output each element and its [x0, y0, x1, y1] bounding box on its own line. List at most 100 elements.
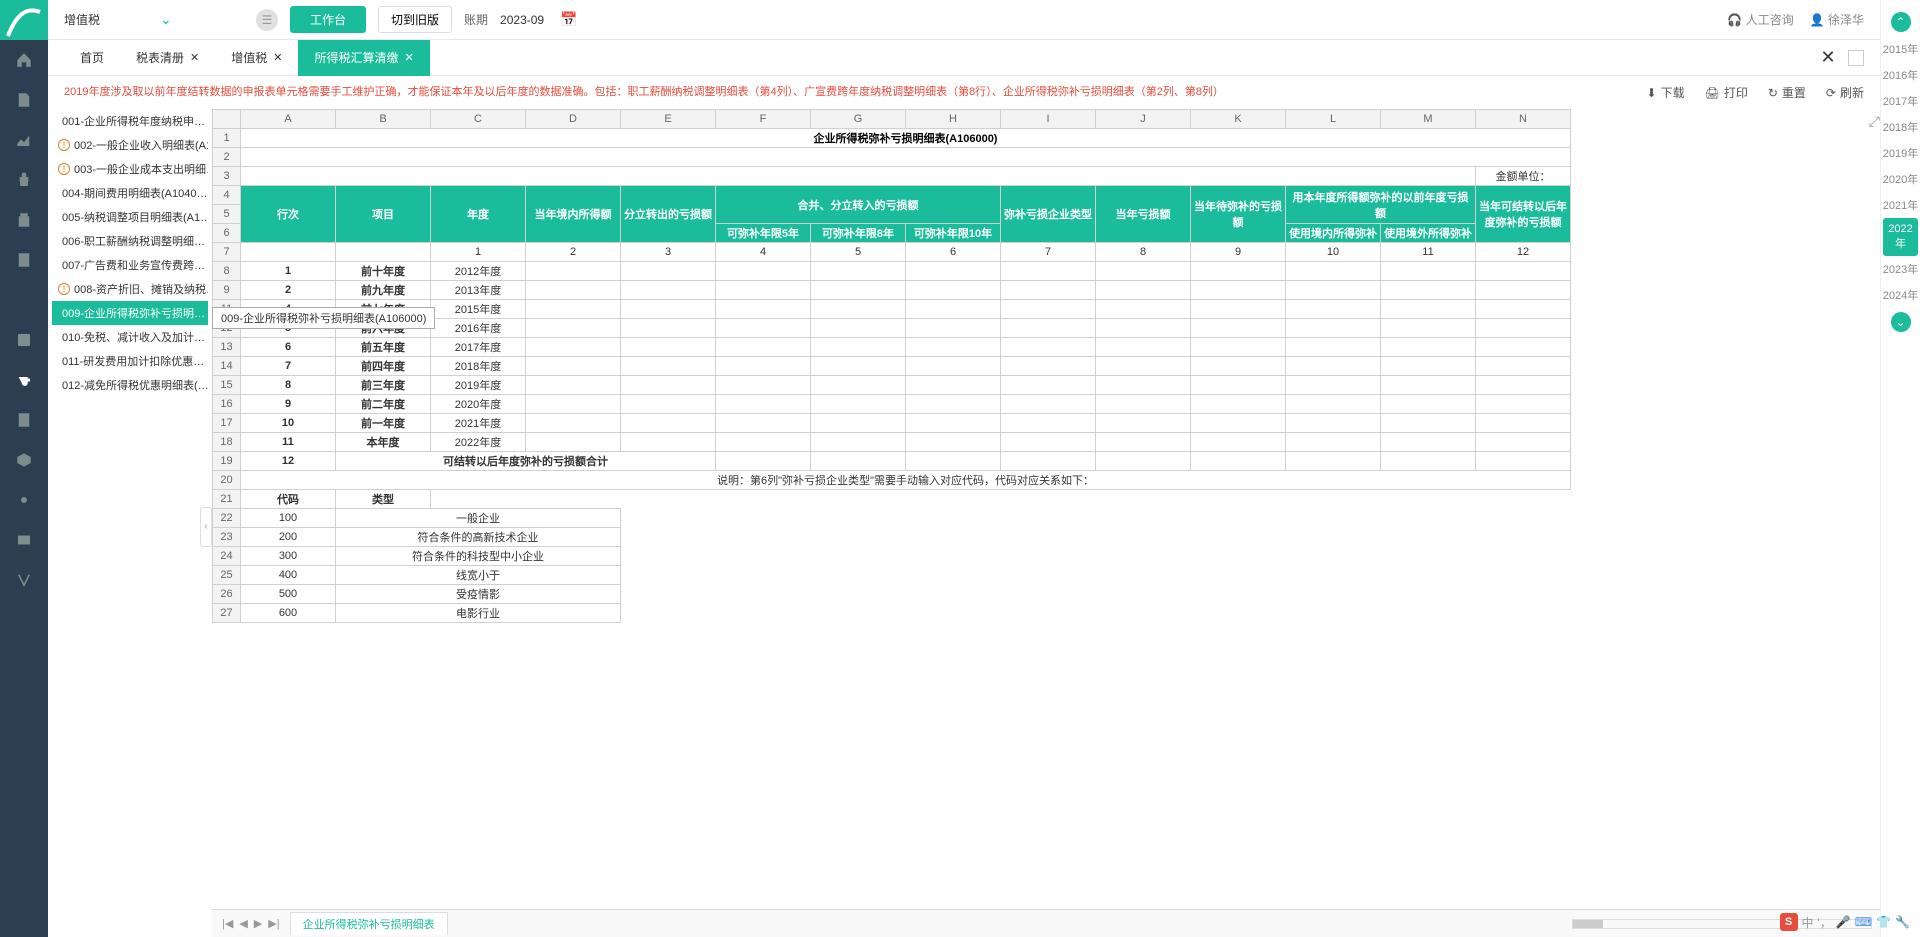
ime-skin[interactable]: 👕: [1876, 915, 1891, 929]
col-hdr[interactable]: M: [1381, 110, 1476, 129]
tab-options[interactable]: [1848, 50, 1864, 66]
year-strip: ⌃ 2015年2016年2017年2018年2019年2020年2021年202…: [1880, 0, 1920, 937]
col-hdr[interactable]: L: [1286, 110, 1381, 129]
sheet-nav-last[interactable]: ▶|: [266, 917, 281, 930]
chevron-down-icon: ⌄: [160, 11, 172, 28]
sheet-nav-prev[interactable]: ◀: [237, 917, 249, 930]
tab-所得税汇算清缴[interactable]: 所得税汇算清缴✕: [298, 40, 429, 76]
doc-icon[interactable]: [0, 80, 48, 120]
calc-icon[interactable]: [0, 240, 48, 280]
year-up[interactable]: ⌃: [1891, 12, 1911, 32]
col-hdr[interactable]: B: [336, 110, 431, 129]
tree-item[interactable]: 006-职工薪酬纳税调整明细…: [52, 229, 208, 253]
sheet-title: 企业所得税弥补亏损明细表(A106000): [241, 129, 1571, 148]
col-hdr[interactable]: A: [241, 110, 336, 129]
tab-close-icon[interactable]: ✕: [190, 51, 199, 64]
workbench-button[interactable]: 工作台: [290, 6, 366, 33]
col-hdr[interactable]: K: [1191, 110, 1286, 129]
year-2020年[interactable]: 2020年: [1881, 166, 1920, 192]
tree-item[interactable]: 010-免税、减计收入及加计…: [52, 325, 208, 349]
year-2019年[interactable]: 2019年: [1881, 140, 1920, 166]
tab-首页[interactable]: 首页: [64, 40, 120, 76]
tree-item[interactable]: 001-企业所得税年度纳税申…: [52, 109, 208, 133]
year-2016年[interactable]: 2016年: [1881, 62, 1920, 88]
year-2021年[interactable]: 2021年: [1881, 192, 1920, 218]
col-hdr[interactable]: D: [526, 110, 621, 129]
tree-item[interactable]: 004-期间费用明细表(A1040…: [52, 181, 208, 205]
expand-handle[interactable]: ⤢: [1869, 113, 1880, 130]
calendar-icon[interactable]: 📅: [560, 11, 577, 28]
left-nav: [0, 0, 48, 937]
ime-mic[interactable]: 🎤: [1836, 915, 1851, 929]
sheet-nav-next[interactable]: ▶: [252, 917, 264, 930]
col-hdr[interactable]: F: [716, 110, 811, 129]
year-2023年[interactable]: 2023年: [1881, 256, 1920, 282]
tree-item[interactable]: !003-一般企业成本支出明细…: [52, 157, 208, 181]
user-menu[interactable]: 👤 徐泽华: [1810, 11, 1864, 28]
col-hdr[interactable]: H: [906, 110, 1001, 129]
tree-item[interactable]: !008-资产折旧、摊销及纳税…: [52, 277, 208, 301]
warn-icon: !: [58, 283, 70, 295]
col-hdr[interactable]: I: [1001, 110, 1096, 129]
ime-tool[interactable]: 🔧: [1895, 915, 1910, 929]
col-hdr[interactable]: N: [1476, 110, 1571, 129]
col-hdr[interactable]: G: [811, 110, 906, 129]
col-hdr[interactable]: C: [431, 110, 526, 129]
ime-punct[interactable]: '，: [1818, 914, 1832, 931]
year-2017年[interactable]: 2017年: [1881, 88, 1920, 114]
warning-text: 2019年度涉及取以前年度结转数据的申报表单元格需要手工维护正确，才能保证本年及…: [48, 76, 1631, 109]
switch-old-button[interactable]: 切到旧版: [378, 6, 452, 33]
sheet-nav-first[interactable]: |◀: [220, 917, 235, 930]
spreadsheet[interactable]: ABCDEFGHIJKLMN1企业所得税弥补亏损明细表(A106000)23金额…: [212, 109, 1880, 909]
ime-lang[interactable]: 中: [1802, 914, 1814, 931]
tab-close-icon[interactable]: ✕: [405, 51, 414, 64]
col-hdr[interactable]: E: [621, 110, 716, 129]
tree-item[interactable]: 012-减免所得税优惠明细表(…: [52, 373, 208, 397]
download-button[interactable]: ⬇ 下载: [1647, 84, 1685, 101]
reset-button[interactable]: ↻ 重置: [1768, 84, 1806, 101]
transfer-icon[interactable]: [0, 400, 48, 440]
consult-link[interactable]: 🎧 人工咨询: [1727, 11, 1793, 28]
tree-item[interactable]: !002-一般企业收入明细表(A1…: [52, 133, 208, 157]
period-label: 账期: [464, 11, 488, 28]
year-down[interactable]: ⌄: [1891, 312, 1911, 332]
ime-icon[interactable]: S: [1780, 913, 1798, 931]
tree-item[interactable]: 005-纳税调整项目明细表(A1…: [52, 205, 208, 229]
clipboard-icon[interactable]: [0, 200, 48, 240]
tree-item[interactable]: 009-企业所得税弥补亏损明…: [52, 301, 208, 325]
ime-kbd[interactable]: ⌨: [1855, 915, 1872, 929]
year-2022年[interactable]: 2022年: [1883, 218, 1918, 256]
tree-item[interactable]: 007-广告费和业务宣传费跨…: [52, 253, 208, 277]
period-value: 2023-09: [500, 13, 544, 27]
image-icon[interactable]: [0, 320, 48, 360]
bag-icon[interactable]: [0, 160, 48, 200]
list-icon[interactable]: ☰: [256, 9, 278, 31]
module-dropdown[interactable]: 增值税 ⌄: [64, 11, 244, 28]
print-button[interactable]: 🖨 打印: [1705, 84, 1748, 101]
year-2024年[interactable]: 2024年: [1881, 282, 1920, 308]
tree-item[interactable]: 011-研发费用加计扣除优惠…: [52, 349, 208, 373]
v-icon[interactable]: [0, 560, 48, 600]
gear-icon[interactable]: [0, 480, 48, 520]
sheet-tab[interactable]: 企业所得税弥补亏损明细表: [290, 912, 448, 935]
box-icon[interactable]: [0, 440, 48, 480]
year-2018年[interactable]: 2018年: [1881, 114, 1920, 140]
logo[interactable]: [0, 0, 48, 40]
warn-icon: !: [58, 139, 70, 151]
close-all-tabs[interactable]: ✕: [1814, 44, 1842, 72]
tab-税表清册[interactable]: 税表清册✕: [120, 40, 215, 76]
tab-close-icon[interactable]: ✕: [273, 51, 282, 64]
topbar: 增值税 ⌄ ☰ 工作台 切到旧版 账期 2023-09 📅 🎧 人工咨询 👤 徐…: [48, 0, 1880, 40]
chart-icon[interactable]: [0, 120, 48, 160]
year-2015年[interactable]: 2015年: [1881, 36, 1920, 62]
home-icon[interactable]: [0, 40, 48, 80]
video-icon[interactable]: [0, 520, 48, 560]
col-hdr[interactable]: J: [1096, 110, 1191, 129]
cup-icon[interactable]: [0, 360, 48, 400]
unit-label: 金额单位：: [1476, 167, 1571, 186]
collapse-handle[interactable]: ‹: [200, 507, 212, 547]
refresh-button[interactable]: ⟳ 刷新: [1826, 84, 1864, 101]
text-icon[interactable]: [0, 280, 48, 320]
sheet-tab-bar: |◀ ◀ ▶ ▶| 企业所得税弥补亏损明细表: [212, 909, 1880, 937]
tab-增值税[interactable]: 增值税✕: [215, 40, 298, 76]
